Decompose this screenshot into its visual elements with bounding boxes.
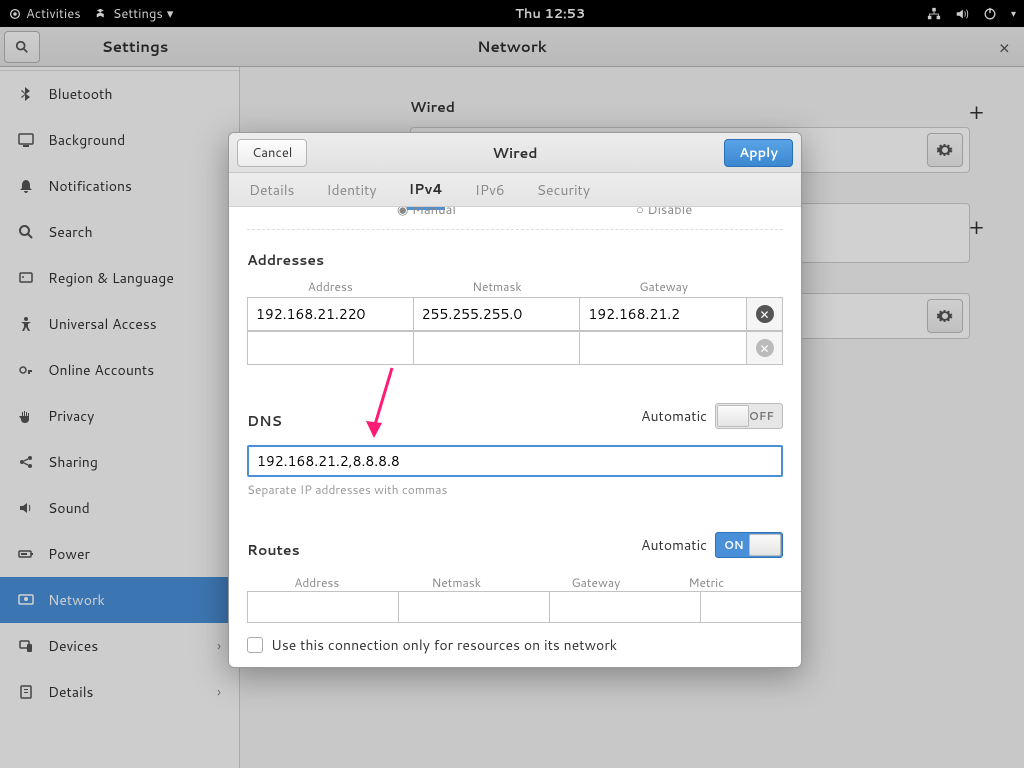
gnome-topbar: Activities Settings ▾ Thu 12:53 ▾: [0, 0, 1024, 27]
dns-automatic-switch[interactable]: OFF: [715, 403, 783, 429]
delete-address-0[interactable]: ✕: [747, 297, 783, 331]
netmask-input-0[interactable]: [414, 297, 581, 331]
activities-label: Activities: [26, 5, 81, 23]
routes-col-metric: Metric: [666, 574, 747, 591]
dns-hint: Separate IP addresses with commas: [247, 481, 783, 498]
dialog-header: Cancel Wired Apply: [229, 133, 801, 173]
dialog-title: Wired: [229, 143, 801, 163]
address-input-1[interactable]: [247, 331, 414, 365]
close-icon: ✕: [756, 305, 774, 323]
route-gateway-0[interactable]: [550, 591, 701, 623]
tab-identity[interactable]: Identity: [325, 172, 379, 208]
only-for-resources-label: Use this connection only for resources o…: [271, 635, 617, 655]
routes-col-netmask: Netmask: [387, 574, 527, 591]
radio-manual[interactable]: ◉ Manual: [397, 207, 456, 219]
power-icon[interactable]: [983, 7, 997, 21]
close-icon: ✕: [756, 339, 774, 357]
delete-address-1[interactable]: ✕: [747, 331, 783, 365]
network-status-icon[interactable]: [927, 7, 941, 21]
route-netmask-0[interactable]: [399, 591, 550, 623]
routes-automatic-switch[interactable]: ON: [715, 532, 783, 558]
dns-automatic-label: Automatic: [641, 406, 707, 426]
route-metric-0[interactable]: [701, 591, 801, 623]
radio-disable[interactable]: ○ Disable: [636, 207, 692, 219]
appmenu-label: Settings: [113, 5, 163, 23]
activities-icon: [8, 7, 22, 21]
gateway-input-0[interactable]: [580, 297, 747, 331]
clock[interactable]: Thu 12:53: [173, 5, 927, 23]
settings-app-icon: [95, 7, 109, 21]
dns-servers-input[interactable]: [247, 445, 783, 477]
routes-title: Routes: [247, 540, 641, 560]
tab-details[interactable]: Details: [247, 172, 297, 208]
col-address: Address: [247, 278, 414, 295]
routes-col-address: Address: [247, 574, 387, 591]
netmask-input-1[interactable]: [414, 331, 581, 365]
gateway-input-1[interactable]: [580, 331, 747, 365]
chevron-down-icon[interactable]: ▾: [1011, 7, 1016, 21]
volume-icon[interactable]: [955, 7, 969, 21]
address-input-0[interactable]: [247, 297, 414, 331]
activities-button[interactable]: Activities: [8, 5, 81, 23]
appmenu-button[interactable]: Settings ▾: [95, 5, 174, 23]
route-address-0[interactable]: [247, 591, 399, 623]
connection-editor-dialog: Cancel Wired Apply Details Identity IPv4…: [228, 132, 802, 668]
routes-automatic-label: Automatic: [641, 535, 707, 555]
only-for-resources-checkbox[interactable]: [247, 637, 263, 653]
tab-security[interactable]: Security: [535, 172, 592, 208]
addresses-title: Addresses: [247, 250, 783, 270]
routes-col-gateway: Gateway: [526, 574, 666, 591]
tab-ipv4[interactable]: IPv4: [407, 171, 445, 210]
apply-button[interactable]: Apply: [724, 139, 793, 167]
dns-title: DNS: [247, 411, 641, 431]
tab-ipv6[interactable]: IPv6: [473, 172, 507, 208]
col-gateway: Gateway: [580, 278, 747, 295]
cancel-button[interactable]: Cancel: [237, 139, 307, 167]
dialog-tabs: Details Identity IPv4 IPv6 Security: [229, 173, 801, 207]
col-netmask: Netmask: [414, 278, 581, 295]
dialog-body: ◉ Manual ○ Disable Addresses Address Net…: [229, 207, 801, 667]
